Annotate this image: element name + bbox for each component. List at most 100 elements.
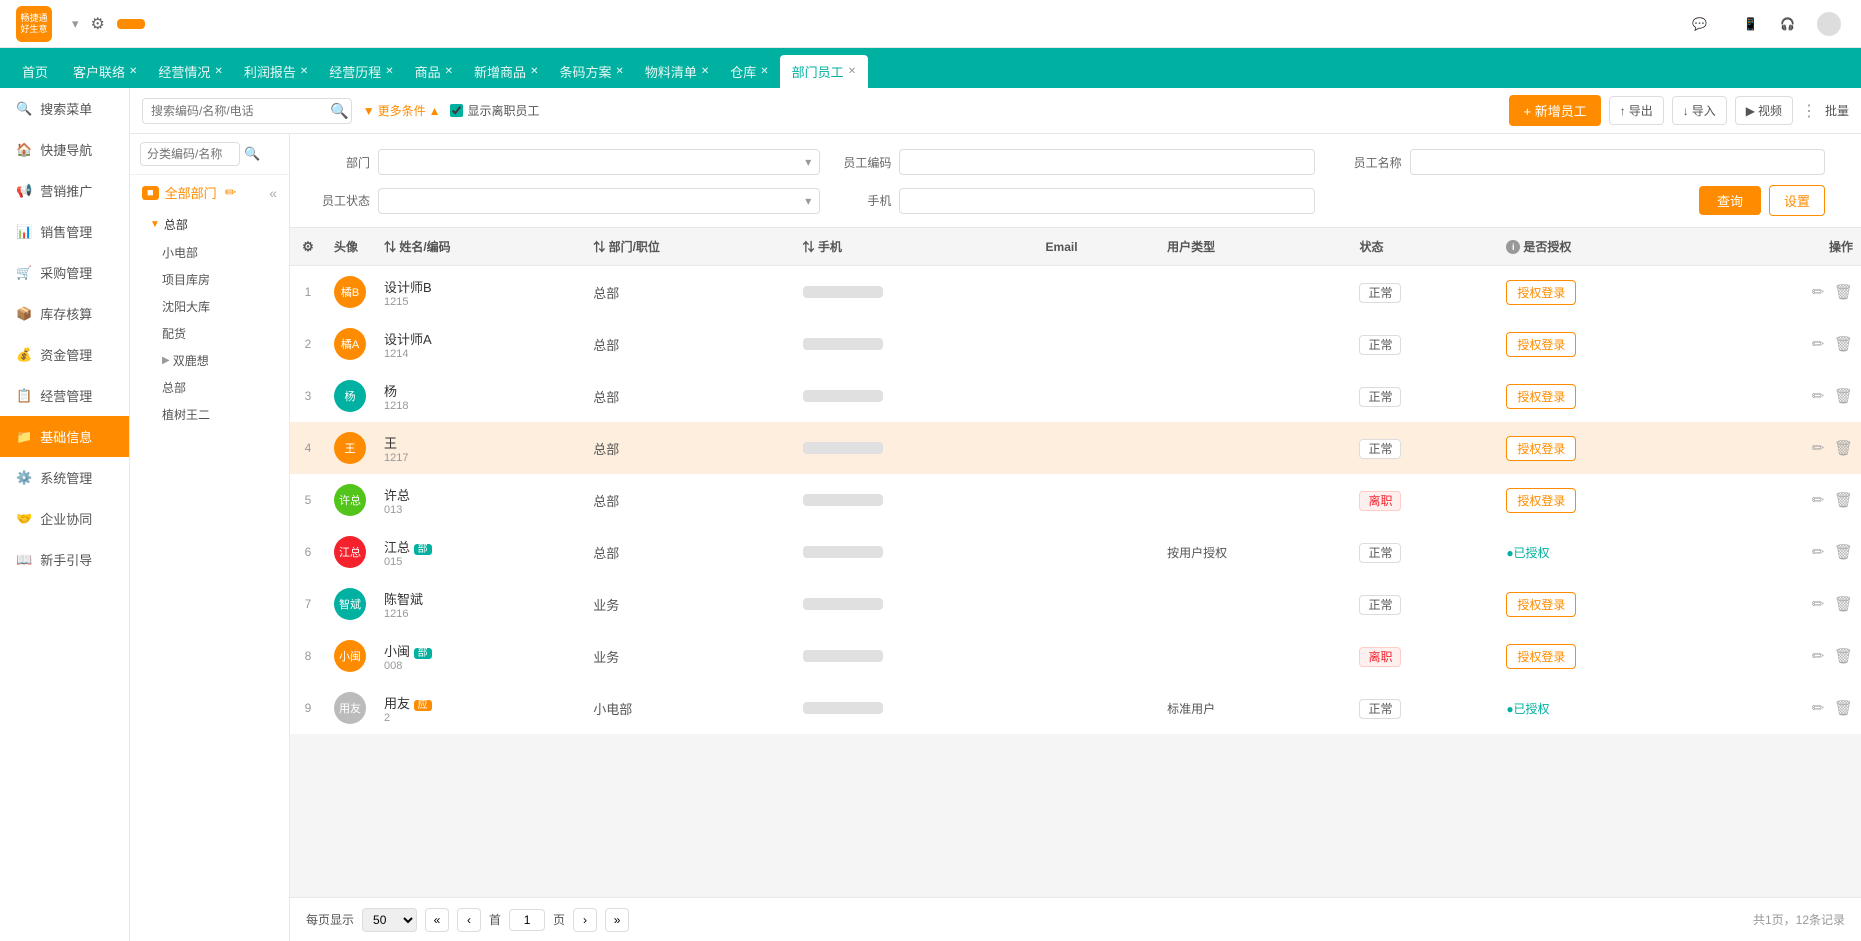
tab-goods[interactable]: 商品 ✕ — [405, 55, 463, 88]
emp-status-select[interactable]: ▾ — [378, 188, 820, 214]
tab-home[interactable]: 首页 — [8, 55, 62, 88]
phone-filter-input[interactable] — [899, 188, 1314, 214]
tab-process[interactable]: 经营历程 ✕ — [319, 55, 403, 88]
tab-warehouse[interactable]: 仓库 ✕ — [720, 55, 778, 88]
user-area[interactable] — [1817, 12, 1845, 36]
search-icon[interactable]: 🔍 — [330, 102, 349, 120]
row-name: 用友 应 2 — [376, 682, 585, 734]
edit-row-icon[interactable]: ✏ — [1812, 492, 1825, 509]
delete-row-icon[interactable]: 🗑 — [1834, 336, 1853, 353]
edit-row-icon[interactable]: ✏ — [1812, 544, 1825, 561]
dept-node-zongbu-parent[interactable]: ▼ 总部 — [142, 210, 289, 239]
show-former-label[interactable]: 显示离职员工 — [450, 102, 539, 119]
dept-select[interactable]: ▾ — [378, 149, 820, 175]
col-settings[interactable]: ⚙ — [290, 228, 326, 266]
auth-login-btn[interactable]: 授权登录 — [1506, 332, 1576, 357]
sidebar-item-quicknav[interactable]: 🏠 快捷导航 — [0, 129, 129, 170]
print-label[interactable]: 批量 — [1825, 102, 1849, 119]
dept-search-icon[interactable]: 🔍 — [244, 146, 260, 162]
query-btn[interactable]: 查询 — [1699, 186, 1761, 215]
tab-barcode[interactable]: 条码方案 ✕ — [549, 55, 633, 88]
auth-login-btn[interactable]: 授权登录 — [1506, 592, 1576, 617]
sidebar-item-business[interactable]: 📋 经营管理 — [0, 375, 129, 416]
delete-row-icon[interactable]: 🗑 — [1834, 440, 1853, 457]
col-phone[interactable]: ⇅ 手机 — [795, 228, 1038, 266]
sidebar-item-basic[interactable]: 📁 基础信息 — [0, 416, 129, 457]
auth-login-btn[interactable]: 授权登录 — [1506, 384, 1576, 409]
delete-row-icon[interactable]: 🗑 — [1834, 648, 1853, 665]
delete-row-icon[interactable]: 🗑 — [1834, 544, 1853, 561]
add-employee-btn[interactable]: + 新增员工 — [1509, 95, 1600, 126]
tab-bom[interactable]: 物料清单 ✕ — [635, 55, 719, 88]
col-name[interactable]: ⇅ 姓名/编码 — [376, 228, 585, 266]
search-input[interactable] — [142, 98, 352, 124]
delete-row-icon[interactable]: 🗑 — [1834, 284, 1853, 301]
dropdown-icon[interactable]: ▾ — [72, 16, 79, 32]
edit-icon[interactable]: ✏ — [225, 184, 237, 201]
avatar: 橘B — [334, 276, 366, 308]
sidebar-item-collab[interactable]: 🤝 企业协同 — [0, 498, 129, 539]
tab-add-goods[interactable]: 新增商品 ✕ — [464, 55, 548, 88]
last-page-btn[interactable]: » — [605, 908, 629, 932]
all-dept-label[interactable]: 全部部门 — [165, 183, 217, 202]
emp-code-input[interactable] — [899, 149, 1314, 175]
delete-row-icon[interactable]: 🗑 — [1834, 388, 1853, 405]
online-service-btn[interactable]: 🎧 — [1780, 17, 1799, 31]
dept-node-shenyangdaku[interactable]: 沈阳大库 — [154, 293, 289, 320]
edit-row-icon[interactable]: ✏ — [1812, 336, 1825, 353]
first-page-btn[interactable]: « — [425, 908, 449, 932]
edit-row-icon[interactable]: ✏ — [1812, 440, 1825, 457]
sidebar-item-purchase[interactable]: 🛒 采购管理 — [0, 252, 129, 293]
gear-btn[interactable]: ⚙ — [91, 14, 105, 34]
video-btn[interactable]: ▶ 视频 — [1735, 96, 1793, 125]
show-former-checkbox[interactable] — [450, 104, 463, 117]
auth-login-btn[interactable]: 授权登录 — [1506, 644, 1576, 669]
auth-info-icon[interactable]: i — [1506, 240, 1520, 254]
sidebar-item-finance[interactable]: 💰 资金管理 — [0, 334, 129, 375]
col-dept[interactable]: ⇅ 部门/职位 — [585, 228, 794, 266]
emp-name-input[interactable] — [1410, 149, 1825, 175]
edit-row-icon[interactable]: ✏ — [1812, 596, 1825, 613]
message-btn[interactable]: 💬 — [1692, 17, 1725, 31]
auth-login-btn[interactable]: 授权登录 — [1506, 488, 1576, 513]
edit-row-icon[interactable]: ✏ — [1812, 388, 1825, 405]
app-download-btn[interactable]: 📱 — [1743, 17, 1762, 31]
status-badge: 正常 — [1359, 335, 1401, 355]
dept-node-projectroom[interactable]: 项目库房 — [154, 266, 289, 293]
dept-node-peihuo[interactable]: 配货 — [154, 320, 289, 347]
dept-node-shuanglu[interactable]: ▶ 双鹿想 — [154, 347, 289, 374]
per-page-select[interactable]: 50 20 100 — [362, 908, 417, 932]
filter-btn[interactable]: ▼ 更多条件 ▲ — [363, 102, 441, 119]
trial-button[interactable] — [117, 19, 145, 29]
set-btn[interactable]: 设置 — [1769, 185, 1825, 216]
sidebar-item-system[interactable]: ⚙️ 系统管理 — [0, 457, 129, 498]
sidebar-item-sales[interactable]: 📊 销售管理 — [0, 211, 129, 252]
dept-node-xiaodibu[interactable]: 小电部 — [154, 239, 289, 266]
dept-search-input[interactable] — [140, 142, 240, 166]
tab-dept-staff[interactable]: 部门员工 ✕ — [780, 55, 868, 88]
collapse-icon[interactable]: « — [269, 185, 277, 201]
tab-profit[interactable]: 利润报告 ✕ — [234, 55, 318, 88]
sidebar-item-inventory[interactable]: 📦 库存核算 — [0, 293, 129, 334]
delete-row-icon[interactable]: 🗑 — [1834, 492, 1853, 509]
dept-node-zongbu[interactable]: 总部 — [154, 374, 289, 401]
more-actions-icon[interactable]: ⋮ — [1801, 101, 1817, 121]
delete-row-icon[interactable]: 🗑 — [1834, 700, 1853, 717]
edit-row-icon[interactable]: ✏ — [1812, 700, 1825, 717]
sidebar-item-marketing[interactable]: 📢 营销推广 — [0, 170, 129, 211]
sidebar-item-search[interactable]: 🔍 搜索菜单 — [0, 88, 129, 129]
export-btn[interactable]: ↑ 导出 — [1609, 96, 1664, 125]
next-page-btn[interactable]: › — [573, 908, 597, 932]
tab-operation[interactable]: 经营情况 ✕ — [148, 55, 232, 88]
sidebar-item-guide[interactable]: 📖 新手引导 — [0, 539, 129, 580]
dept-node-zhishuwang[interactable]: 植树王二 — [154, 401, 289, 428]
edit-row-icon[interactable]: ✏ — [1812, 284, 1825, 301]
page-input[interactable] — [509, 909, 545, 931]
auth-login-btn[interactable]: 授权登录 — [1506, 436, 1576, 461]
edit-row-icon[interactable]: ✏ — [1812, 648, 1825, 665]
delete-row-icon[interactable]: 🗑 — [1834, 596, 1853, 613]
auth-login-btn[interactable]: 授权登录 — [1506, 280, 1576, 305]
import-btn[interactable]: ↓ 导入 — [1672, 96, 1727, 125]
prev-page-btn[interactable]: ‹ — [457, 908, 481, 932]
tab-customer[interactable]: 客户联络 ✕ — [63, 55, 147, 88]
